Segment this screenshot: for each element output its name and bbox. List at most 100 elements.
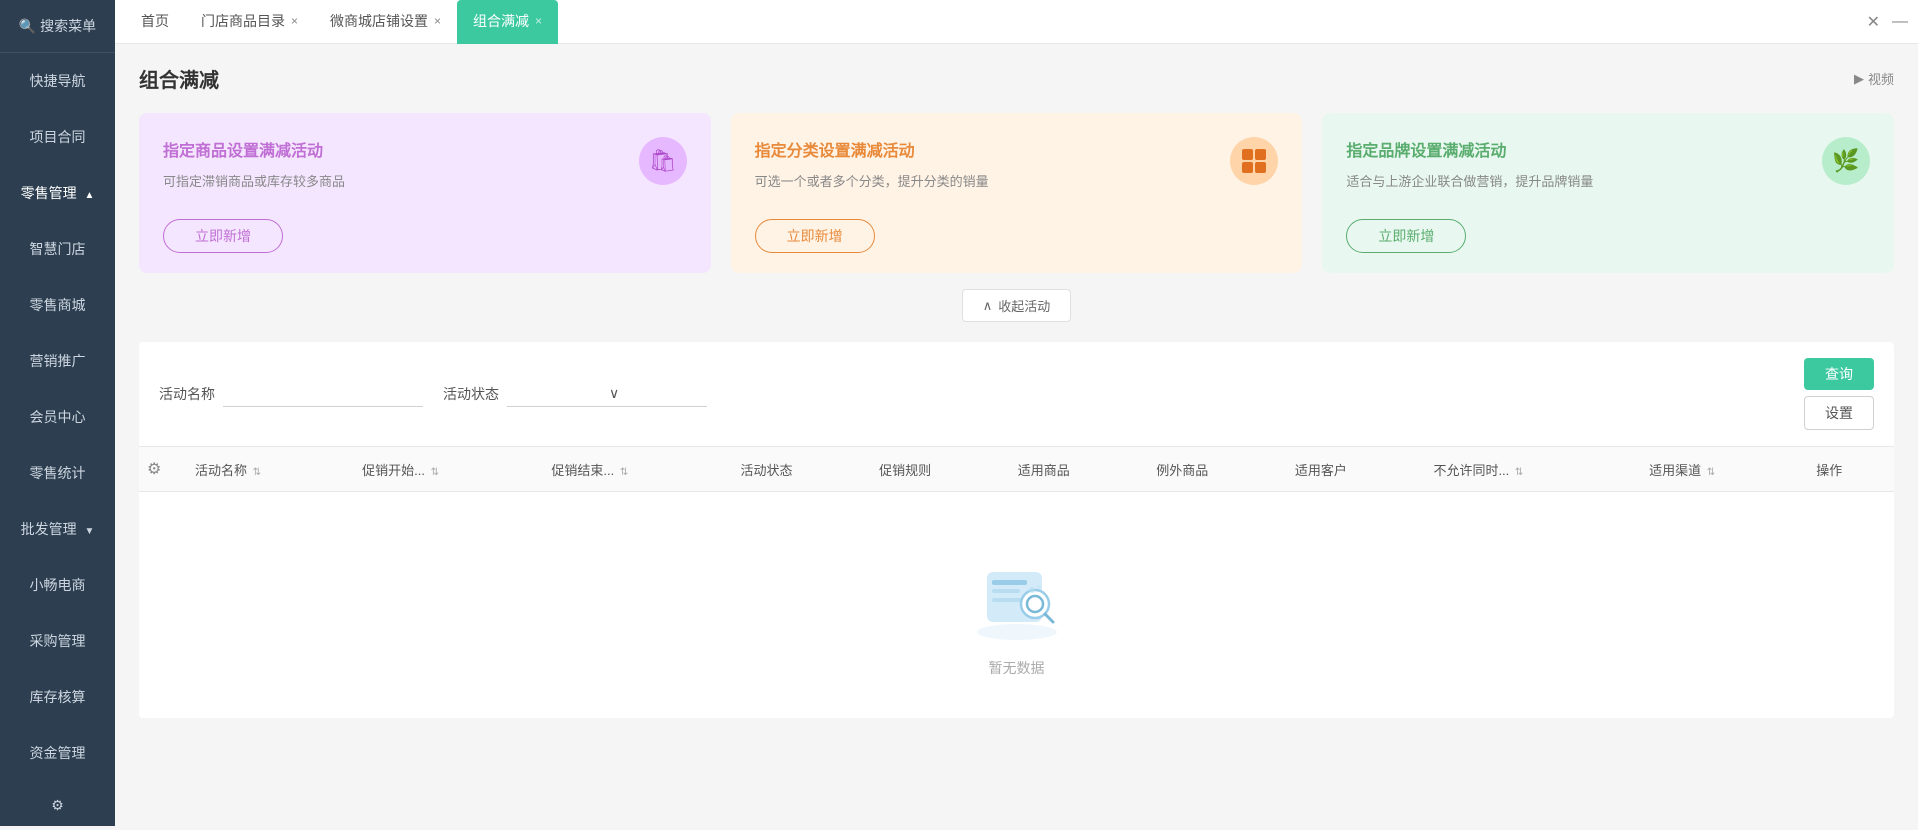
th-products-label: 适用商品 [1018, 463, 1070, 478]
th-rule-label: 促销规则 [879, 463, 931, 478]
brand-promo-card: 指定品牌设置满减活动 适合与上游企业联合做营销，提升品牌销量 🌿 立即新增 [1322, 113, 1894, 273]
data-table: ⚙ 活动名称 ⇅ 促销开始... ⇅ 促销结束... ⇅ [139, 446, 1894, 718]
brand-card-add-btn[interactable]: 立即新增 [1346, 219, 1466, 253]
sidebar-item-xiaochangec[interactable]: 小畅电商 [0, 557, 115, 613]
cards-row: 指定商品设置满减活动 可指定滞销商品或库存较多商品 🛍 立即新增 指定分类设置满… [139, 113, 1894, 273]
dropdown-icon: ∨ [609, 385, 699, 402]
sidebar-item-label: 采购管理 [30, 633, 86, 649]
th-end[interactable]: 促销结束... ⇅ [543, 447, 732, 492]
page-content: 组合满减 ▶ 视频 指定商品设置满减活动 可指定滞销商品或库存较多商品 🛍 立即… [115, 44, 1918, 826]
sidebar-item-label: 快捷导航 [30, 73, 86, 89]
settings-btn[interactable]: 设置 [1804, 396, 1874, 430]
sort-icon-concurrent: ⇅ [1515, 467, 1523, 478]
brand-card-icon: 🌿 [1822, 137, 1870, 185]
data-table-wrap: ⚙ 活动名称 ⇅ 促销开始... ⇅ 促销结束... ⇅ [139, 446, 1894, 718]
product-card-title: 指定商品设置满减活动 [163, 137, 687, 161]
sidebar-settings[interactable]: ⚙ [0, 781, 115, 830]
th-actions: 操作 [1808, 447, 1894, 492]
tab-wechat-shop-settings[interactable]: 微商城店铺设置 × [314, 0, 457, 44]
sidebar-item-smart-store[interactable]: 智慧门店 [0, 221, 115, 277]
th-no-concurrent[interactable]: 不允许同时... ⇅ [1425, 447, 1641, 492]
sidebar-item-quick-nav[interactable]: 快捷导航 [0, 53, 115, 109]
th-channels[interactable]: 适用渠道 ⇅ [1641, 447, 1808, 492]
sidebar-item-retail-manage[interactable]: 零售管理 [0, 165, 115, 221]
th-end-label: 促销结束... [551, 463, 614, 478]
th-name[interactable]: 活动名称 ⇅ [187, 447, 354, 492]
th-start[interactable]: 促销开始... ⇅ [354, 447, 543, 492]
product-promo-card: 指定商品设置满减活动 可指定滞销商品或库存较多商品 🛍 立即新增 [139, 113, 711, 273]
empty-icon [967, 552, 1067, 642]
tab-wechat-shop-settings-close[interactable]: × [434, 14, 441, 28]
th-products: 适用商品 [1010, 447, 1149, 492]
product-card-add-btn[interactable]: 立即新增 [163, 219, 283, 253]
sidebar-item-retail-mall[interactable]: 零售商城 [0, 277, 115, 333]
category-card-add-btn[interactable]: 立即新增 [755, 219, 875, 253]
sidebar-item-retail-stats[interactable]: 零售统计 [0, 445, 115, 501]
tab-store-catalog-label: 门店商品目录 [201, 11, 285, 31]
th-rule: 促销规则 [871, 447, 1010, 492]
sidebar-item-label: 资金管理 [30, 745, 86, 761]
th-status-label: 活动状态 [741, 463, 793, 478]
sidebar-item-fund-manage[interactable]: 资金管理 [0, 725, 115, 781]
query-btn[interactable]: 查询 [1804, 358, 1874, 390]
collapse-btn[interactable]: ∧ 收起活动 [962, 289, 1072, 322]
page-header: 组合满减 ▶ 视频 [139, 64, 1894, 93]
search-icon: 🔍 [19, 18, 36, 34]
tab-combo-discount-label: 组合满减 [473, 11, 529, 31]
category-promo-card: 指定分类设置满减活动 可选一个或者多个分类，提升分类的销量 立即新增 [731, 113, 1303, 273]
sidebar-item-label: 零售统计 [30, 465, 86, 481]
play-circle-icon: ▶ [1854, 71, 1864, 87]
th-no-concurrent-label: 不允许同时... [1433, 463, 1509, 478]
tab-combo-discount[interactable]: 组合满减 × [457, 0, 558, 44]
filter-status-label: 活动状态 [443, 384, 499, 404]
sidebar-item-label: 零售商城 [30, 297, 86, 313]
th-name-label: 活动名称 [195, 463, 247, 478]
filter-name-label: 活动名称 [159, 384, 215, 404]
filter-row: 活动名称 活动状态 ∨ 查询 设置 [139, 342, 1894, 446]
filter-name-group: 活动名称 [159, 382, 423, 407]
product-card-desc: 可指定滞销商品或库存较多商品 [163, 171, 687, 199]
product-card-icon: 🛍 [639, 137, 687, 185]
tab-store-catalog-close[interactable]: × [291, 14, 298, 28]
collapse-bar: ∧ 收起活动 [139, 289, 1894, 322]
brand-card-desc: 适合与上游企业联合做营销，提升品牌销量 [1346, 171, 1870, 199]
video-link[interactable]: ▶ 视频 [1854, 69, 1894, 88]
tab-store-catalog[interactable]: 门店商品目录 × [185, 0, 314, 44]
th-settings: ⚙ [139, 447, 187, 492]
gear-icon: ⚙ [51, 797, 64, 813]
sidebar-item-label: 批发管理 [21, 521, 77, 537]
filter-status-select[interactable]: ∨ [507, 381, 707, 407]
tab-bar-actions: ✕ — [1867, 12, 1908, 32]
collapse-up-icon: ∧ [983, 298, 993, 314]
filter-name-input[interactable] [223, 382, 423, 407]
filter-actions: 查询 设置 [1804, 358, 1874, 430]
sidebar-item-label: 项目合同 [30, 129, 86, 145]
tab-home-label: 首页 [141, 11, 169, 31]
tab-wechat-shop-settings-label: 微商城店铺设置 [330, 11, 428, 31]
sidebar-item-wholesale-manage[interactable]: 批发管理 [0, 501, 115, 557]
tab-bar: 首页 门店商品目录 × 微商城店铺设置 × 组合满减 × ✕ — [115, 0, 1918, 44]
window-close-btn[interactable]: ✕ [1867, 12, 1880, 32]
th-customers: 适用客户 [1287, 447, 1426, 492]
tab-combo-discount-close[interactable]: × [535, 14, 542, 28]
page-title: 组合满减 [139, 64, 219, 93]
sidebar-item-member-center[interactable]: 会员中心 [0, 389, 115, 445]
tab-home[interactable]: 首页 [125, 0, 185, 44]
th-exceptions-label: 例外商品 [1156, 463, 1208, 478]
window-minimize-btn[interactable]: — [1892, 12, 1908, 32]
sidebar-item-marketing[interactable]: 营销推广 [0, 333, 115, 389]
sidebar-item-label: 零售管理 [21, 185, 77, 201]
sidebar-item-label: 智慧门店 [30, 241, 86, 257]
sidebar-item-project-contract[interactable]: 项目合同 [0, 109, 115, 165]
th-channels-label: 适用渠道 [1649, 463, 1701, 478]
sidebar-item-inventory-calc[interactable]: 库存核算 [0, 669, 115, 725]
sort-icon-start: ⇅ [431, 467, 439, 478]
sidebar-item-purchase-manage[interactable]: 采购管理 [0, 613, 115, 669]
th-status: 活动状态 [733, 447, 872, 492]
category-card-title: 指定分类设置满减活动 [755, 137, 1279, 161]
table-settings-icon[interactable]: ⚙ [147, 461, 161, 478]
sidebar-search-label: 搜索菜单 [40, 18, 96, 34]
sidebar-item-label: 库存核算 [30, 689, 86, 705]
sidebar-search[interactable]: 🔍 搜索菜单 [0, 0, 115, 53]
sidebar-item-label: 营销推广 [30, 353, 86, 369]
